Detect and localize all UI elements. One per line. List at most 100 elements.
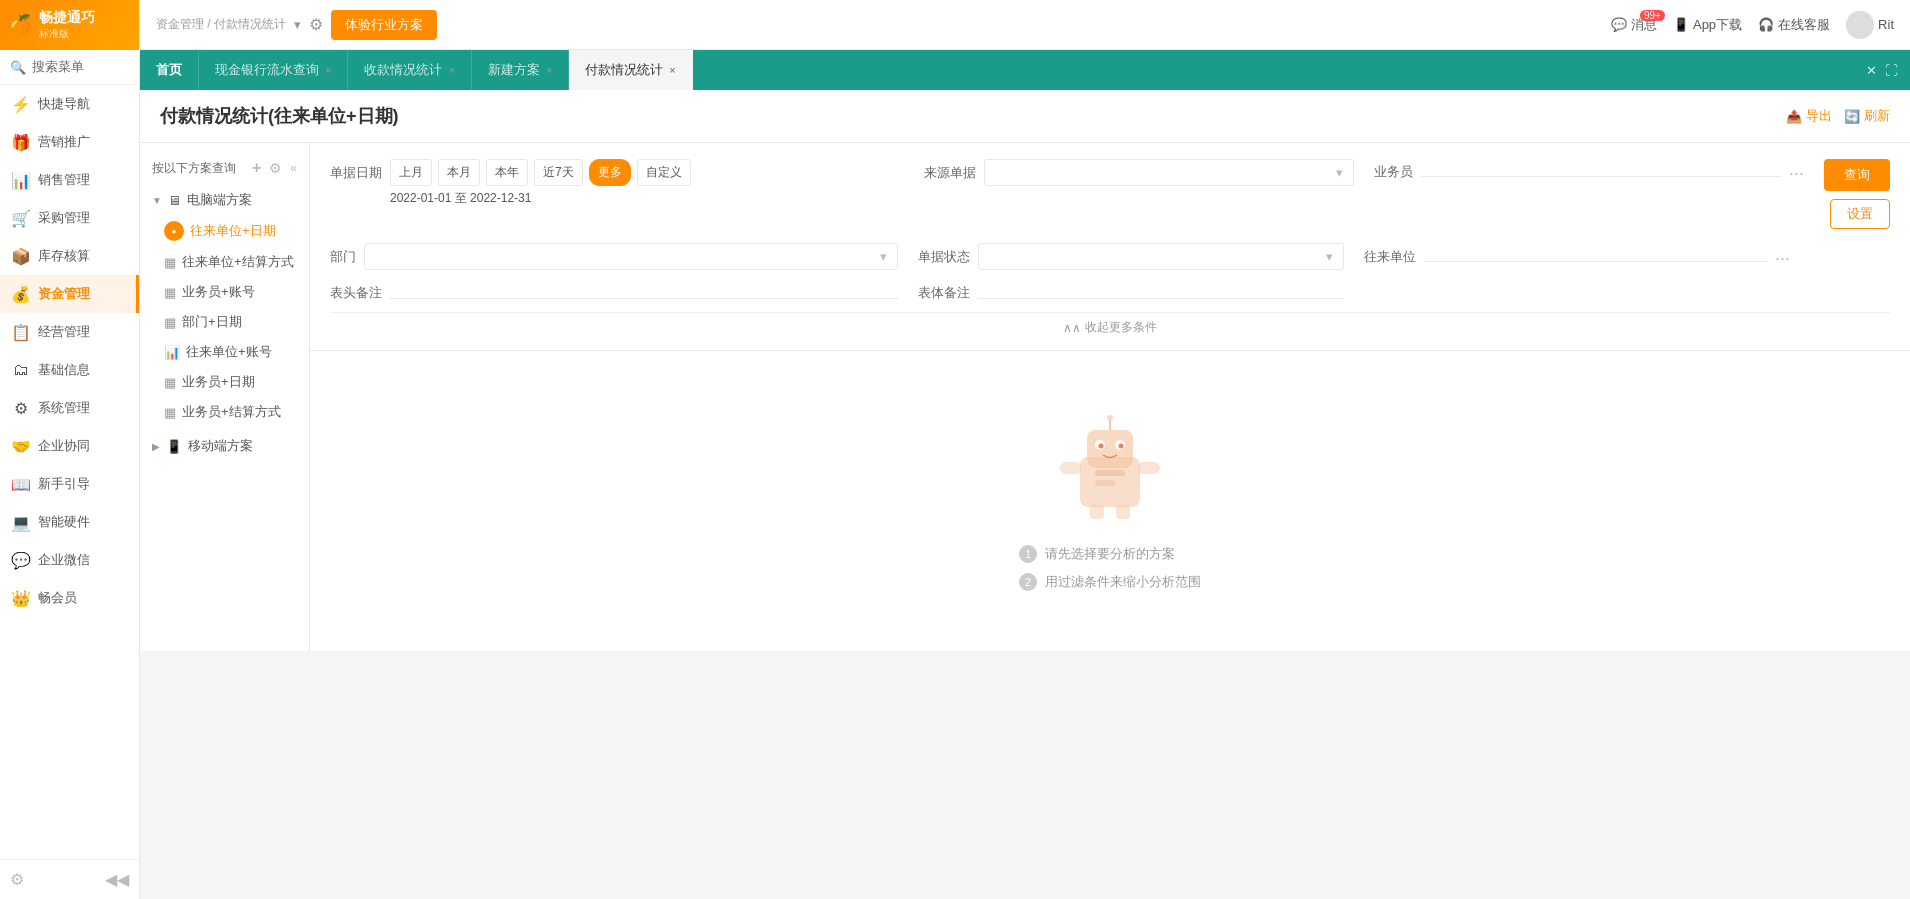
tab-cash-flow[interactable]: 现金银行流水查询 × bbox=[199, 50, 348, 90]
sidebar-item-wechat[interactable]: 💬 企业微信 bbox=[0, 541, 139, 579]
sidebar-nav: ⚡ 快捷导航 🎁 营销推广 📊 销售管理 🛒 采购管理 📦 库存核算 💰 资金管… bbox=[0, 85, 139, 859]
collapse-panel-icon[interactable]: « bbox=[290, 161, 297, 175]
filter-settings-btn[interactable]: 设置 bbox=[1830, 199, 1890, 229]
sidebar-label-member: 畅会员 bbox=[38, 589, 77, 607]
topbar-settings-icon[interactable]: ⚙ bbox=[309, 15, 323, 34]
svg-rect-1 bbox=[1087, 430, 1133, 468]
add-schema-icon[interactable]: + bbox=[252, 159, 261, 177]
refresh-btn[interactable]: 🔄 刷新 bbox=[1844, 107, 1890, 125]
mobile-group-header[interactable]: ▶ 📱 移动端方案 bbox=[140, 431, 309, 461]
trial-industry-btn[interactable]: 体验行业方案 bbox=[331, 10, 437, 40]
tab-close-all-icon[interactable]: ✕ bbox=[1866, 63, 1877, 78]
sidebar-item-inventory[interactable]: 📦 库存核算 bbox=[0, 237, 139, 275]
schema-chart-icon: 📊 bbox=[164, 345, 180, 360]
desktop-group-header[interactable]: ▼ 🖥 电脑端方案 bbox=[140, 185, 309, 215]
user-avatar-btn[interactable]: Rit bbox=[1846, 11, 1894, 39]
schema-active-icon: ● bbox=[164, 221, 184, 241]
tab-home[interactable]: 首页 bbox=[140, 50, 199, 90]
expand-mobile-icon: ▶ bbox=[152, 441, 160, 452]
message-btn[interactable]: 💬 消息 99+ bbox=[1611, 16, 1657, 34]
dept-select[interactable]: ▾ bbox=[364, 243, 898, 270]
tab-home-label: 首页 bbox=[156, 61, 182, 79]
source-select[interactable]: ▾ bbox=[984, 159, 1354, 186]
collapse-bar: ∧∧ 收起更多条件 bbox=[330, 312, 1890, 342]
schema-grid-icon-2: ▦ bbox=[164, 285, 176, 300]
schema-item-staff-account[interactable]: ▦ 业务员+账号 bbox=[140, 277, 309, 307]
sidebar-item-coop[interactable]: 🤝 企业协同 bbox=[0, 427, 139, 465]
settings-footer-icon[interactable]: ⚙ bbox=[10, 870, 24, 889]
schema-label-staff-settle: 业务员+结算方式 bbox=[182, 403, 281, 421]
page-actions: 📤 导出 🔄 刷新 bbox=[1786, 107, 1890, 125]
sidebar-item-operation[interactable]: 📋 经营管理 bbox=[0, 313, 139, 351]
sidebar-item-finance[interactable]: 💰 资金管理 bbox=[0, 275, 139, 313]
body-note-input[interactable] bbox=[978, 288, 1344, 299]
sidebar-item-member[interactable]: 👑 畅会员 bbox=[0, 579, 139, 617]
schema-item-dept-date[interactable]: ▦ 部门+日期 bbox=[140, 307, 309, 337]
sidebar-item-sales[interactable]: 📊 销售管理 bbox=[0, 161, 139, 199]
query-btn[interactable]: 查询 bbox=[1824, 159, 1890, 191]
header-note-input[interactable] bbox=[390, 288, 898, 299]
filter-staff-group: 业务员 ··· bbox=[1374, 159, 1804, 184]
sidebar: 🍊 畅捷通巧 标准版 🔍 搜索菜单 ⚡ 快捷导航 🎁 营销推广 📊 销售管理 🛒… bbox=[0, 0, 140, 899]
collapse-conditions-btn[interactable]: ∧∧ 收起更多条件 bbox=[1063, 319, 1157, 336]
date-last-month-btn[interactable]: 上月 bbox=[390, 159, 432, 186]
sidebar-item-basic[interactable]: 🗂 基础信息 bbox=[0, 351, 139, 389]
dept-arrow: ▾ bbox=[880, 249, 887, 264]
desktop-group-label: 电脑端方案 bbox=[187, 191, 252, 209]
schema-item-staff-date[interactable]: ▦ 业务员+日期 bbox=[140, 367, 309, 397]
partner-input[interactable] bbox=[1424, 251, 1767, 262]
tab-payment-stats[interactable]: 付款情况统计 × bbox=[569, 50, 692, 90]
tab-new-plan[interactable]: 新建方案 × bbox=[472, 50, 569, 90]
tab-collection-stats[interactable]: 收款情况统计 × bbox=[348, 50, 471, 90]
schema-item-unit-date[interactable]: ● 往来单位+日期 bbox=[140, 215, 309, 247]
tab-cash-flow-label: 现金银行流水查询 bbox=[215, 61, 319, 79]
date-7days-btn[interactable]: 近7天 bbox=[534, 159, 583, 186]
app-download-label: App下载 bbox=[1693, 16, 1742, 34]
app-name: 畅捷通巧 bbox=[39, 9, 95, 27]
main-area: 资金管理 / 付款情况统计 ▾ ⚙ 体验行业方案 💬 消息 99+ 📱 App下… bbox=[140, 0, 1910, 899]
schema-grid-icon-4: ▦ bbox=[164, 375, 176, 390]
download-icon: 📱 bbox=[1673, 17, 1689, 32]
topbar: 资金管理 / 付款情况统计 ▾ ⚙ 体验行业方案 💬 消息 99+ 📱 App下… bbox=[140, 0, 1910, 50]
app-download-btn[interactable]: 📱 App下载 bbox=[1673, 16, 1742, 34]
settings-schema-icon[interactable]: ⚙ bbox=[269, 160, 282, 176]
sidebar-item-purchase[interactable]: 🛒 采购管理 bbox=[0, 199, 139, 237]
export-btn[interactable]: 📤 导出 bbox=[1786, 107, 1832, 125]
partner-dots-icon[interactable]: ··· bbox=[1775, 244, 1790, 269]
sidebar-item-guide[interactable]: 📖 新手引导 bbox=[0, 465, 139, 503]
online-service-btn[interactable]: 🎧 在线客服 bbox=[1758, 16, 1830, 34]
sidebar-item-system[interactable]: ⚙ 系统管理 bbox=[0, 389, 139, 427]
staff-dots-icon[interactable]: ··· bbox=[1789, 159, 1804, 184]
tab-cash-flow-close[interactable]: × bbox=[325, 64, 331, 76]
collapse-desktop-icon: ▼ bbox=[152, 195, 162, 206]
tab-collection-stats-close[interactable]: × bbox=[448, 64, 454, 76]
schema-item-unit-account[interactable]: 📊 往来单位+账号 bbox=[140, 337, 309, 367]
tab-maximize-icon[interactable]: ⛶ bbox=[1885, 63, 1898, 78]
date-this-month-btn[interactable]: 本月 bbox=[438, 159, 480, 186]
empty-hint-2: 2 用过滤条件来缩小分析范围 bbox=[1019, 573, 1201, 591]
date-this-year-btn[interactable]: 本年 bbox=[486, 159, 528, 186]
right-main: 单据日期 上月 本月 本年 近7天 更多 自定义 20 bbox=[310, 143, 1910, 651]
date-custom-btn[interactable]: 自定义 bbox=[637, 159, 691, 186]
sidebar-item-quick-nav[interactable]: ⚡ 快捷导航 bbox=[0, 85, 139, 123]
filter-header-note-group: 表头备注 bbox=[330, 284, 898, 302]
docstatus-select[interactable]: ▾ bbox=[978, 243, 1344, 270]
collapse-sidebar-icon[interactable]: ◀◀ bbox=[105, 870, 129, 889]
filter-dept-group: 部门 ▾ bbox=[330, 243, 898, 270]
sidebar-item-hardware[interactable]: 💻 智能硬件 bbox=[0, 503, 139, 541]
svg-rect-8 bbox=[1060, 462, 1082, 474]
tab-new-plan-close[interactable]: × bbox=[546, 64, 552, 76]
search-menu[interactable]: 🔍 搜索菜单 bbox=[0, 50, 139, 85]
date-more-btn[interactable]: 更多 bbox=[589, 159, 631, 186]
schema-item-unit-settle[interactable]: ▦ 往来单位+结算方式 bbox=[140, 247, 309, 277]
basic-icon: 🗂 bbox=[12, 361, 30, 379]
svg-point-7 bbox=[1107, 415, 1113, 421]
filter-source-group: 来源单据 ▾ bbox=[924, 159, 1354, 186]
sidebar-item-marketing[interactable]: 🎁 营销推广 bbox=[0, 123, 139, 161]
tab-payment-stats-close[interactable]: × bbox=[669, 64, 675, 76]
staff-input[interactable] bbox=[1421, 166, 1781, 177]
panel-icons: + ⚙ « bbox=[252, 159, 297, 177]
topbar-dropdown-icon[interactable]: ▾ bbox=[294, 17, 301, 32]
message-badge: 99+ bbox=[1640, 10, 1665, 21]
schema-item-staff-settle[interactable]: ▦ 业务员+结算方式 bbox=[140, 397, 309, 427]
